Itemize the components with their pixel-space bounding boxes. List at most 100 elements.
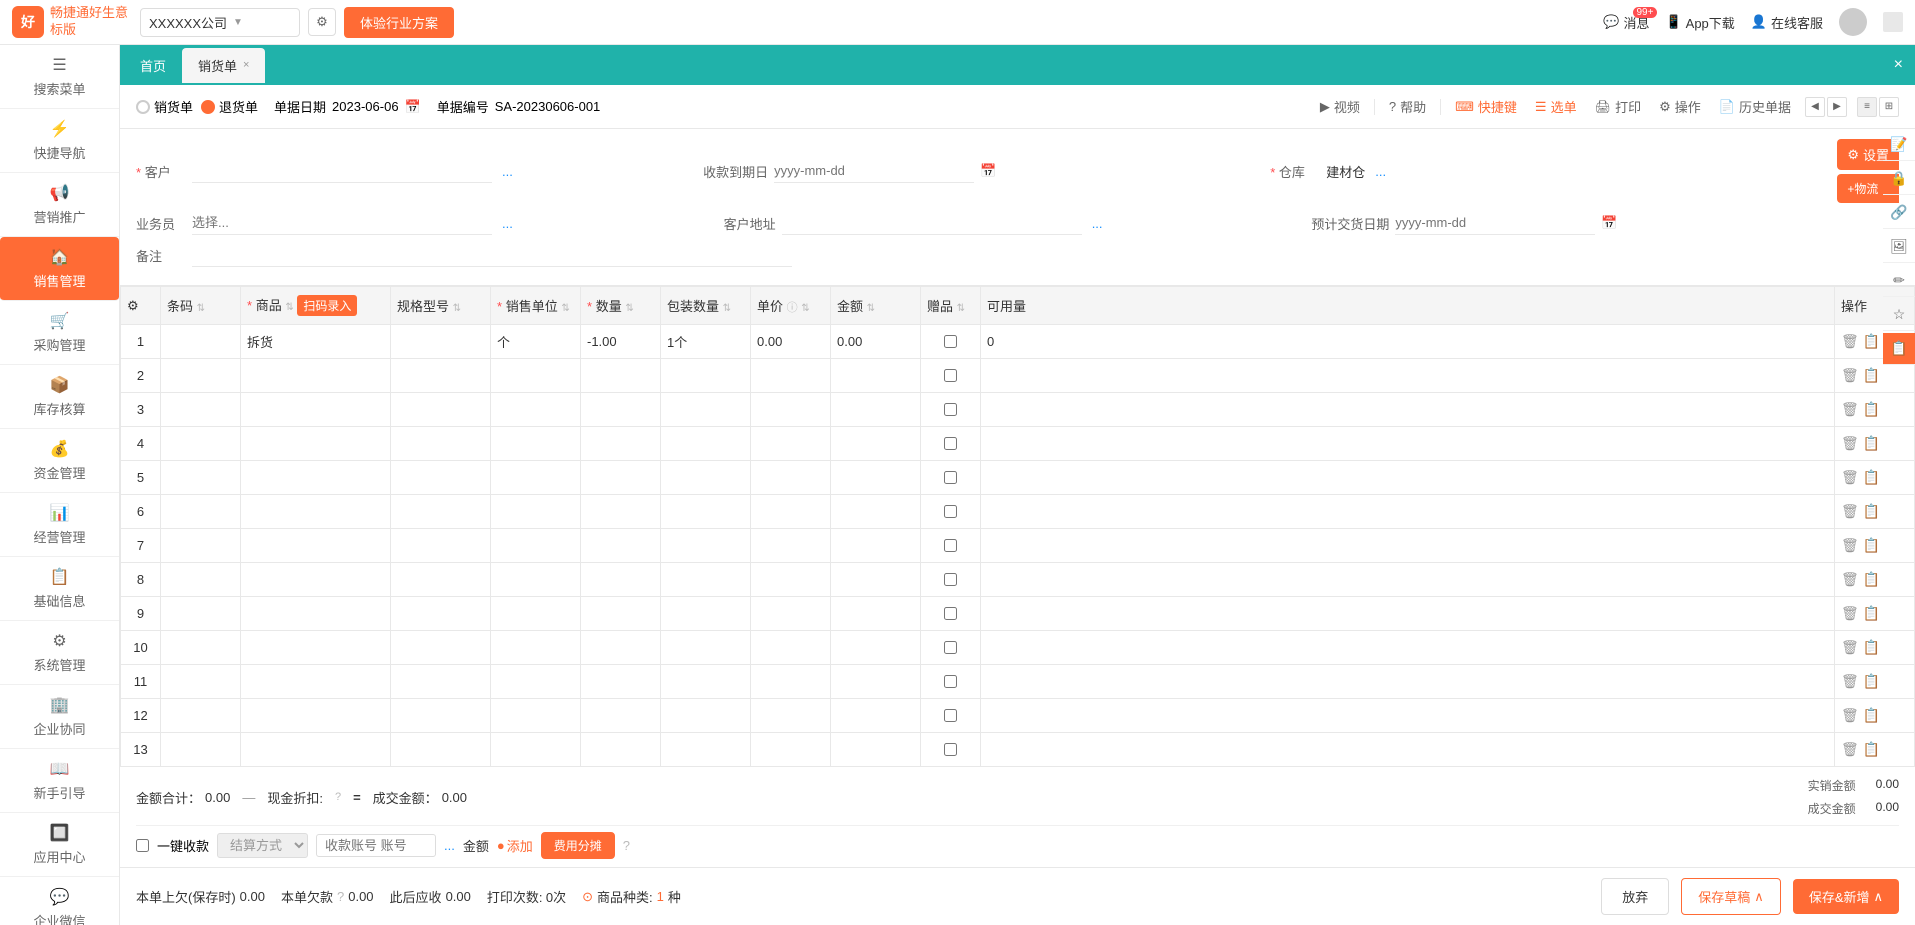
- row-5-gift-checkbox[interactable]: [944, 471, 957, 484]
- salesperson-dots[interactable]: ...: [502, 216, 513, 231]
- shortcut-button[interactable]: ⌨ 快捷键: [1451, 95, 1521, 118]
- add-payment-button[interactable]: ● 添加: [497, 836, 533, 855]
- message-button[interactable]: 💬 消息 99+: [1603, 13, 1649, 32]
- row-1-pkg-qty[interactable]: 1个: [661, 325, 751, 359]
- row-7-copy-button[interactable]: 📋: [1863, 537, 1880, 554]
- row-1-gift[interactable]: [921, 325, 981, 359]
- spec-sort-icon[interactable]: ⇅: [453, 303, 461, 314]
- sidebar-item-search[interactable]: ☰ 搜索菜单: [0, 45, 119, 109]
- row-9-delete-button[interactable]: 🗑: [1841, 605, 1859, 622]
- row-4-delete-button[interactable]: 🗑: [1841, 435, 1859, 452]
- row-3-copy-button[interactable]: 📋: [1863, 401, 1880, 418]
- link-float-button[interactable]: 🔗: [1883, 197, 1915, 229]
- customer-input[interactable]: [192, 159, 492, 183]
- help-button[interactable]: ? 帮助: [1385, 95, 1430, 118]
- online-service-button[interactable]: 👤 在线客服: [1751, 13, 1823, 32]
- row-13-gift-checkbox[interactable]: [944, 743, 957, 756]
- row-1-product[interactable]: 拆货: [241, 325, 391, 359]
- row-10-delete-button[interactable]: 🗑: [1841, 639, 1859, 656]
- list-view-button[interactable]: ≡: [1857, 97, 1877, 117]
- row-12-copy-button[interactable]: 📋: [1863, 707, 1880, 724]
- save-draft-button[interactable]: 保存草稿 ∧: [1681, 878, 1781, 915]
- page-prev-button[interactable]: ◀: [1805, 97, 1825, 117]
- grid-view-button[interactable]: ⊞: [1879, 97, 1899, 117]
- note-float-button[interactable]: 📝: [1883, 129, 1915, 161]
- row-7-delete-button[interactable]: 🗑: [1841, 537, 1859, 554]
- row-5-copy-button[interactable]: 📋: [1863, 469, 1880, 486]
- help-info-icon[interactable]: ?: [335, 791, 341, 803]
- history-button[interactable]: 📄 历史单据: [1715, 95, 1795, 118]
- user-avatar[interactable]: [1839, 8, 1867, 36]
- return-order-radio[interactable]: 退货单: [201, 97, 258, 116]
- row-9-copy-button[interactable]: 📋: [1863, 605, 1880, 622]
- row-12-gift-checkbox[interactable]: [944, 709, 957, 722]
- sidebar-item-quick-nav[interactable]: ⚡ 快捷导航: [0, 109, 119, 173]
- row-11-gift-checkbox[interactable]: [944, 675, 957, 688]
- sidebar-item-system[interactable]: ⚙ 系统管理: [0, 621, 119, 685]
- user-menu-icon[interactable]: [1883, 12, 1903, 32]
- tab-home[interactable]: 首页: [124, 48, 182, 83]
- sales-order-radio[interactable]: 销货单: [136, 97, 193, 116]
- tab-close-icon[interactable]: ×: [243, 59, 249, 71]
- row-1-spec[interactable]: [391, 325, 491, 359]
- row-12-delete-button[interactable]: 🗑: [1841, 707, 1859, 724]
- price-sort-icon[interactable]: ⇅: [801, 303, 809, 314]
- row-4-copy-button[interactable]: 📋: [1863, 435, 1880, 452]
- expected-date-input[interactable]: [1395, 211, 1595, 235]
- sidebar-item-appstore[interactable]: 🔲 应用中心: [0, 813, 119, 877]
- unit-sort-icon[interactable]: ⇅: [561, 303, 569, 314]
- calendar-icon[interactable]: 📅: [405, 99, 421, 115]
- scan-button[interactable]: 扫码录入: [297, 295, 357, 316]
- salesperson-input[interactable]: [192, 211, 492, 235]
- row-4-gift-checkbox[interactable]: [944, 437, 957, 450]
- sidebar-item-wechat[interactable]: 💬 企业微信: [0, 877, 119, 925]
- amount-sort-icon[interactable]: ⇅: [867, 303, 875, 314]
- image-float-button[interactable]: 🖼: [1883, 231, 1915, 263]
- remark-input[interactable]: [192, 243, 792, 267]
- one-click-payment-checkbox[interactable]: [136, 839, 149, 852]
- row-11-delete-button[interactable]: 🗑: [1841, 673, 1859, 690]
- row-1-gift-checkbox[interactable]: [944, 335, 957, 348]
- payment-date-input[interactable]: [774, 159, 974, 183]
- sidebar-item-basic[interactable]: 📋 基础信息: [0, 557, 119, 621]
- warehouse-dots[interactable]: ...: [1375, 164, 1386, 179]
- customer-address-dots[interactable]: ...: [1092, 216, 1103, 231]
- customer-dots[interactable]: ...: [502, 164, 513, 179]
- qty-sort-icon[interactable]: ⇅: [625, 303, 633, 314]
- sidebar-item-inventory[interactable]: 📦 库存核算: [0, 365, 119, 429]
- sidebar-item-enterprise[interactable]: 🏢 企业协同: [0, 685, 119, 749]
- row-6-copy-button[interactable]: 📋: [1863, 503, 1880, 520]
- report-float-button[interactable]: 📋: [1883, 333, 1915, 365]
- tab-sales-order[interactable]: 销货单 ×: [182, 48, 265, 83]
- row-8-delete-button[interactable]: 🗑: [1841, 571, 1859, 588]
- row-1-copy-button[interactable]: 📋: [1863, 333, 1880, 350]
- barcode-sort-icon[interactable]: ⇅: [197, 303, 205, 314]
- row-10-gift-checkbox[interactable]: [944, 641, 957, 654]
- gift-sort-icon[interactable]: ⇅: [957, 303, 965, 314]
- payment-date-calendar-icon[interactable]: 📅: [980, 163, 996, 179]
- row-9-gift-checkbox[interactable]: [944, 607, 957, 620]
- row-6-delete-button[interactable]: 🗑: [1841, 503, 1859, 520]
- row-1-price[interactable]: 0.00: [751, 325, 831, 359]
- expected-date-calendar-icon[interactable]: 📅: [1601, 215, 1617, 231]
- row-2-copy-button[interactable]: 📋: [1863, 367, 1880, 384]
- fee-split-button[interactable]: 费用分摊: [541, 832, 615, 859]
- sidebar-item-guide[interactable]: 📖 新手引导: [0, 749, 119, 813]
- lock-float-button[interactable]: 🔒: [1883, 163, 1915, 195]
- row-2-gift-checkbox[interactable]: [944, 369, 957, 382]
- row-13-delete-button[interactable]: 🗑: [1841, 741, 1859, 758]
- sidebar-item-purchase[interactable]: 🛒 采购管理: [0, 301, 119, 365]
- settings-button[interactable]: ⚙: [308, 8, 336, 36]
- payment-dots[interactable]: ...: [444, 838, 455, 853]
- row-7-gift-checkbox[interactable]: [944, 539, 957, 552]
- th-settings[interactable]: ⚙: [121, 287, 161, 325]
- app-download-button[interactable]: 📱 App下载: [1665, 13, 1734, 32]
- row-1-unit[interactable]: 个: [491, 325, 581, 359]
- row-8-gift-checkbox[interactable]: [944, 573, 957, 586]
- operation-button[interactable]: ⚙ 操作: [1655, 95, 1705, 118]
- star-float-button[interactable]: ☆: [1883, 299, 1915, 331]
- row-6-gift-checkbox[interactable]: [944, 505, 957, 518]
- discard-button[interactable]: 放弃: [1601, 878, 1669, 915]
- select-button[interactable]: ☰ 选单: [1531, 95, 1581, 118]
- sidebar-item-operations[interactable]: 📊 经营管理: [0, 493, 119, 557]
